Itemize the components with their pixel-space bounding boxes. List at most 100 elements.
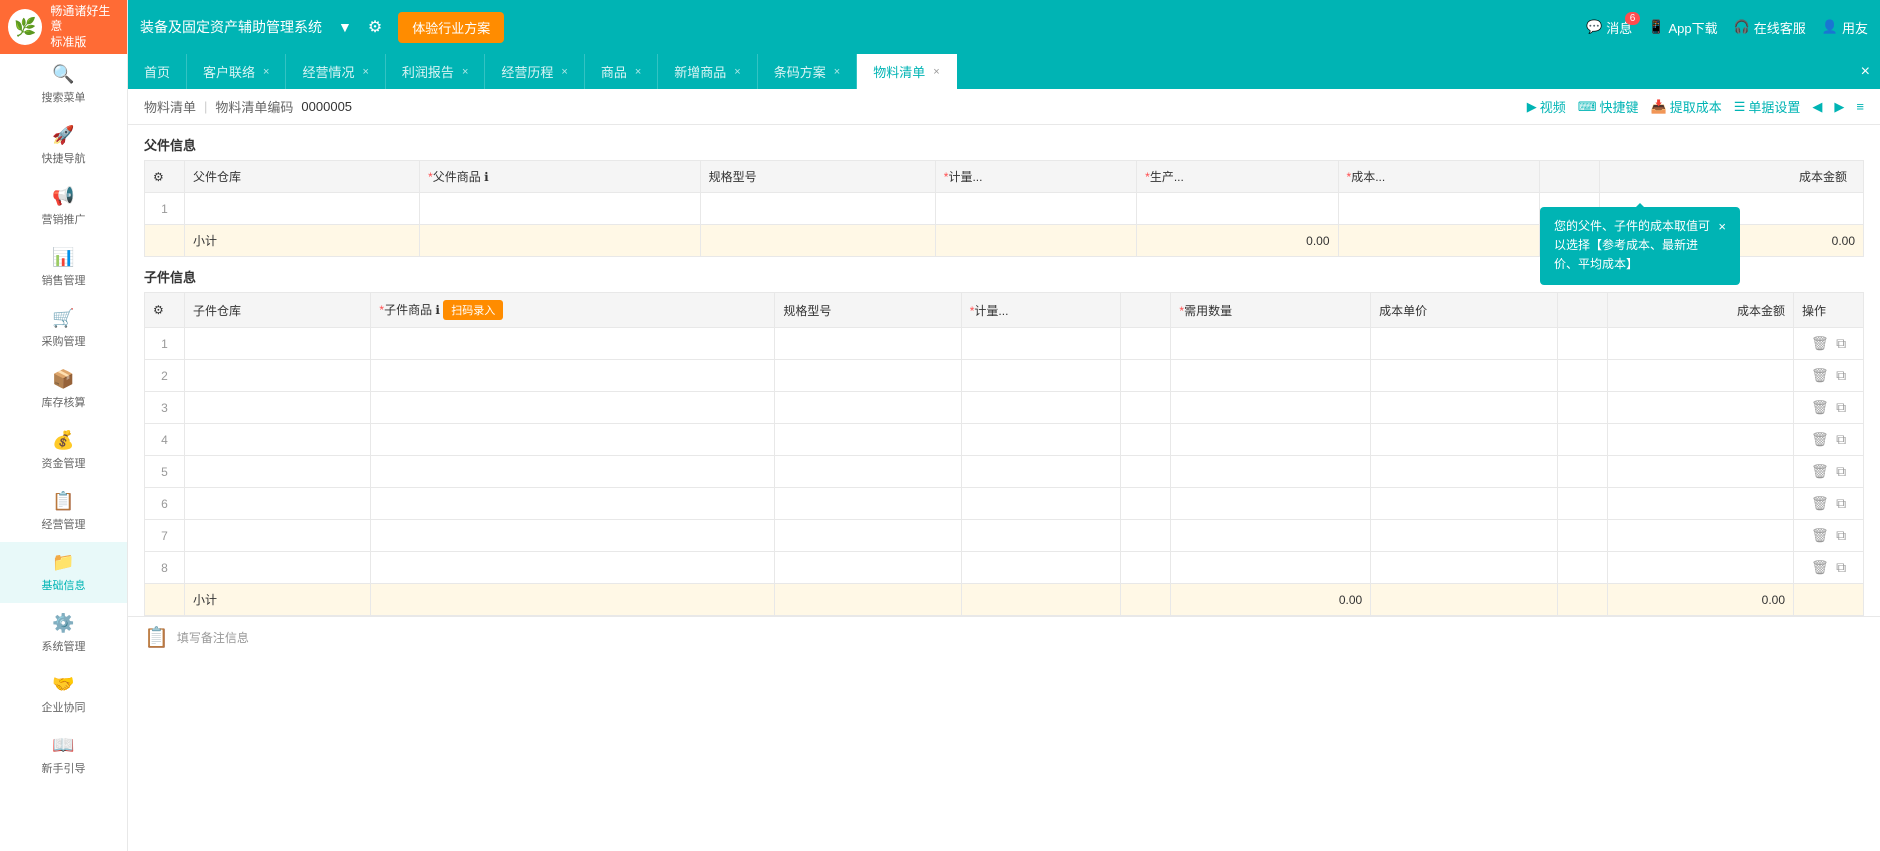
tab-history-close[interactable]: × (561, 66, 567, 78)
app-download-item[interactable]: 📱 App下载 (1648, 18, 1717, 37)
child-row-8-product[interactable] (371, 552, 775, 584)
child-row-6-warehouse[interactable] (185, 488, 371, 520)
child-row-5-unit-price[interactable] (1371, 456, 1557, 488)
child-row-1-delete[interactable]: 🗑 (1811, 335, 1829, 351)
child-row-2-unit-price[interactable] (1371, 360, 1557, 392)
parent-row-1-produce[interactable] (1137, 193, 1338, 225)
child-row-7-warehouse[interactable] (185, 520, 371, 552)
child-row-1-copy[interactable]: ⧉ (1836, 335, 1846, 351)
tab-customer-close[interactable]: × (263, 66, 269, 78)
tab-barcode[interactable]: 条码方案 × (758, 54, 857, 89)
sidebar-item-operation[interactable]: 📋 经营管理 (0, 481, 127, 542)
child-row-7-unit[interactable] (961, 520, 1121, 552)
child-row-1-spec[interactable] (775, 328, 961, 360)
child-row-2-spec[interactable] (775, 360, 961, 392)
parent-row-1-cost[interactable] (1338, 193, 1539, 225)
child-row-3-warehouse[interactable] (185, 392, 371, 424)
menu-icon[interactable]: ≡ (1856, 99, 1864, 114)
child-row-1-unit-price[interactable] (1371, 328, 1557, 360)
child-row-4-unit[interactable] (961, 424, 1121, 456)
tab-home[interactable]: 首页 (128, 54, 187, 89)
child-row-3-needed[interactable] (1171, 392, 1371, 424)
child-row-8-delete[interactable]: 🗑 (1811, 559, 1829, 575)
child-row-2-product[interactable] (371, 360, 775, 392)
child-row-3-unit-price[interactable] (1371, 392, 1557, 424)
child-row-7-needed[interactable] (1171, 520, 1371, 552)
child-row-8-copy[interactable]: ⧉ (1836, 559, 1846, 575)
child-row-1-unit[interactable] (961, 328, 1121, 360)
sidebar-item-quicknav[interactable]: 🚀 快捷导航 (0, 115, 127, 176)
child-row-8-spec[interactable] (775, 552, 961, 584)
child-row-5-copy[interactable]: ⧉ (1836, 463, 1846, 479)
child-row-6-unit-price[interactable] (1371, 488, 1557, 520)
tooltip-close[interactable]: × (1718, 217, 1726, 238)
child-row-4-copy[interactable]: ⧉ (1836, 431, 1846, 447)
tab-barcode-close[interactable]: × (834, 66, 840, 78)
gear-icon[interactable]: ⚙ (368, 17, 382, 37)
child-row-6-copy[interactable]: ⧉ (1836, 495, 1846, 511)
sidebar-item-basic[interactable]: 📁 基础信息 (0, 542, 127, 603)
sidebar-item-sales[interactable]: 📊 销售管理 (0, 237, 127, 298)
child-row-8-unit-price[interactable] (1371, 552, 1557, 584)
child-row-5-needed[interactable] (1171, 456, 1371, 488)
action-settings[interactable]: ☰ 单据设置 (1734, 97, 1801, 116)
child-row-2-needed[interactable] (1171, 360, 1371, 392)
tab-new-goods[interactable]: 新增商品 × (658, 54, 757, 89)
child-row-1-needed[interactable] (1171, 328, 1371, 360)
tab-history[interactable]: 经营历程 × (485, 54, 584, 89)
sidebar-item-search[interactable]: 🔍 搜索菜单 (0, 54, 127, 115)
action-shortcut[interactable]: ⌨ 快捷键 (1578, 97, 1639, 116)
parent-row-1-product[interactable] (420, 193, 701, 225)
child-row-1-product[interactable] (371, 328, 775, 360)
child-row-6-delete[interactable]: 🗑 (1811, 495, 1829, 511)
message-item[interactable]: 💬 消息 6 (1586, 18, 1632, 37)
action-video[interactable]: ▶ 视频 (1527, 97, 1566, 116)
child-row-3-unit[interactable] (961, 392, 1121, 424)
child-row-8-warehouse[interactable] (185, 552, 371, 584)
child-row-5-product[interactable] (371, 456, 775, 488)
child-row-4-needed[interactable] (1171, 424, 1371, 456)
child-row-5-spec[interactable] (775, 456, 961, 488)
tab-goods-close[interactable]: × (635, 66, 641, 78)
tab-customer[interactable]: 客户联络 × (187, 54, 286, 89)
note-icon[interactable]: 📋 (144, 625, 169, 650)
sidebar-item-inventory[interactable]: 📦 库存核算 (0, 359, 127, 420)
child-row-7-delete[interactable]: 🗑 (1811, 527, 1829, 543)
close-all-tabs[interactable]: × (1851, 55, 1880, 89)
sidebar-item-system[interactable]: ⚙️ 系统管理 (0, 603, 127, 664)
child-row-4-unit-price[interactable] (1371, 424, 1557, 456)
child-row-5-unit[interactable] (961, 456, 1121, 488)
tab-profit[interactable]: 利润报告 × (386, 54, 485, 89)
trial-button[interactable]: 体验行业方案 (398, 12, 504, 43)
system-dropdown[interactable]: ▼ (338, 19, 352, 35)
tab-profit-close[interactable]: × (462, 66, 468, 78)
child-row-7-spec[interactable] (775, 520, 961, 552)
tab-bom[interactable]: 物料清单 × (857, 54, 956, 89)
child-row-8-needed[interactable] (1171, 552, 1371, 584)
tab-operation-status-close[interactable]: × (362, 66, 368, 78)
child-row-7-unit-price[interactable] (1371, 520, 1557, 552)
child-row-2-copy[interactable]: ⧉ (1836, 367, 1846, 383)
tab-bom-close[interactable]: × (933, 66, 939, 78)
sidebar-item-guide[interactable]: 📖 新手引导 (0, 725, 127, 786)
child-row-3-spec[interactable] (775, 392, 961, 424)
sidebar-item-marketing[interactable]: 📢 营销推广 (0, 176, 127, 237)
child-row-5-delete[interactable]: 🗑 (1811, 463, 1829, 479)
action-cost[interactable]: 📥 提取成本 (1651, 97, 1722, 116)
child-row-2-unit[interactable] (961, 360, 1121, 392)
sidebar-item-enterprise[interactable]: 🤝 企业协同 (0, 664, 127, 725)
child-col-settings[interactable]: ⚙ (145, 293, 185, 328)
parent-row-1-spec[interactable] (700, 193, 935, 225)
tab-new-goods-close[interactable]: × (734, 66, 740, 78)
child-row-3-copy[interactable]: ⧉ (1836, 399, 1846, 415)
nav-prev[interactable]: ◀ (1812, 99, 1822, 115)
child-row-4-delete[interactable]: 🗑 (1811, 431, 1829, 447)
child-row-7-product[interactable] (371, 520, 775, 552)
user-item[interactable]: 👤 用友 (1822, 18, 1868, 37)
child-row-6-spec[interactable] (775, 488, 961, 520)
child-row-4-warehouse[interactable] (185, 424, 371, 456)
child-row-8-unit[interactable] (961, 552, 1121, 584)
child-row-3-product[interactable] (371, 392, 775, 424)
child-row-3-delete[interactable]: 🗑 (1811, 399, 1829, 415)
tab-operation-status[interactable]: 经营情况 × (286, 54, 385, 89)
